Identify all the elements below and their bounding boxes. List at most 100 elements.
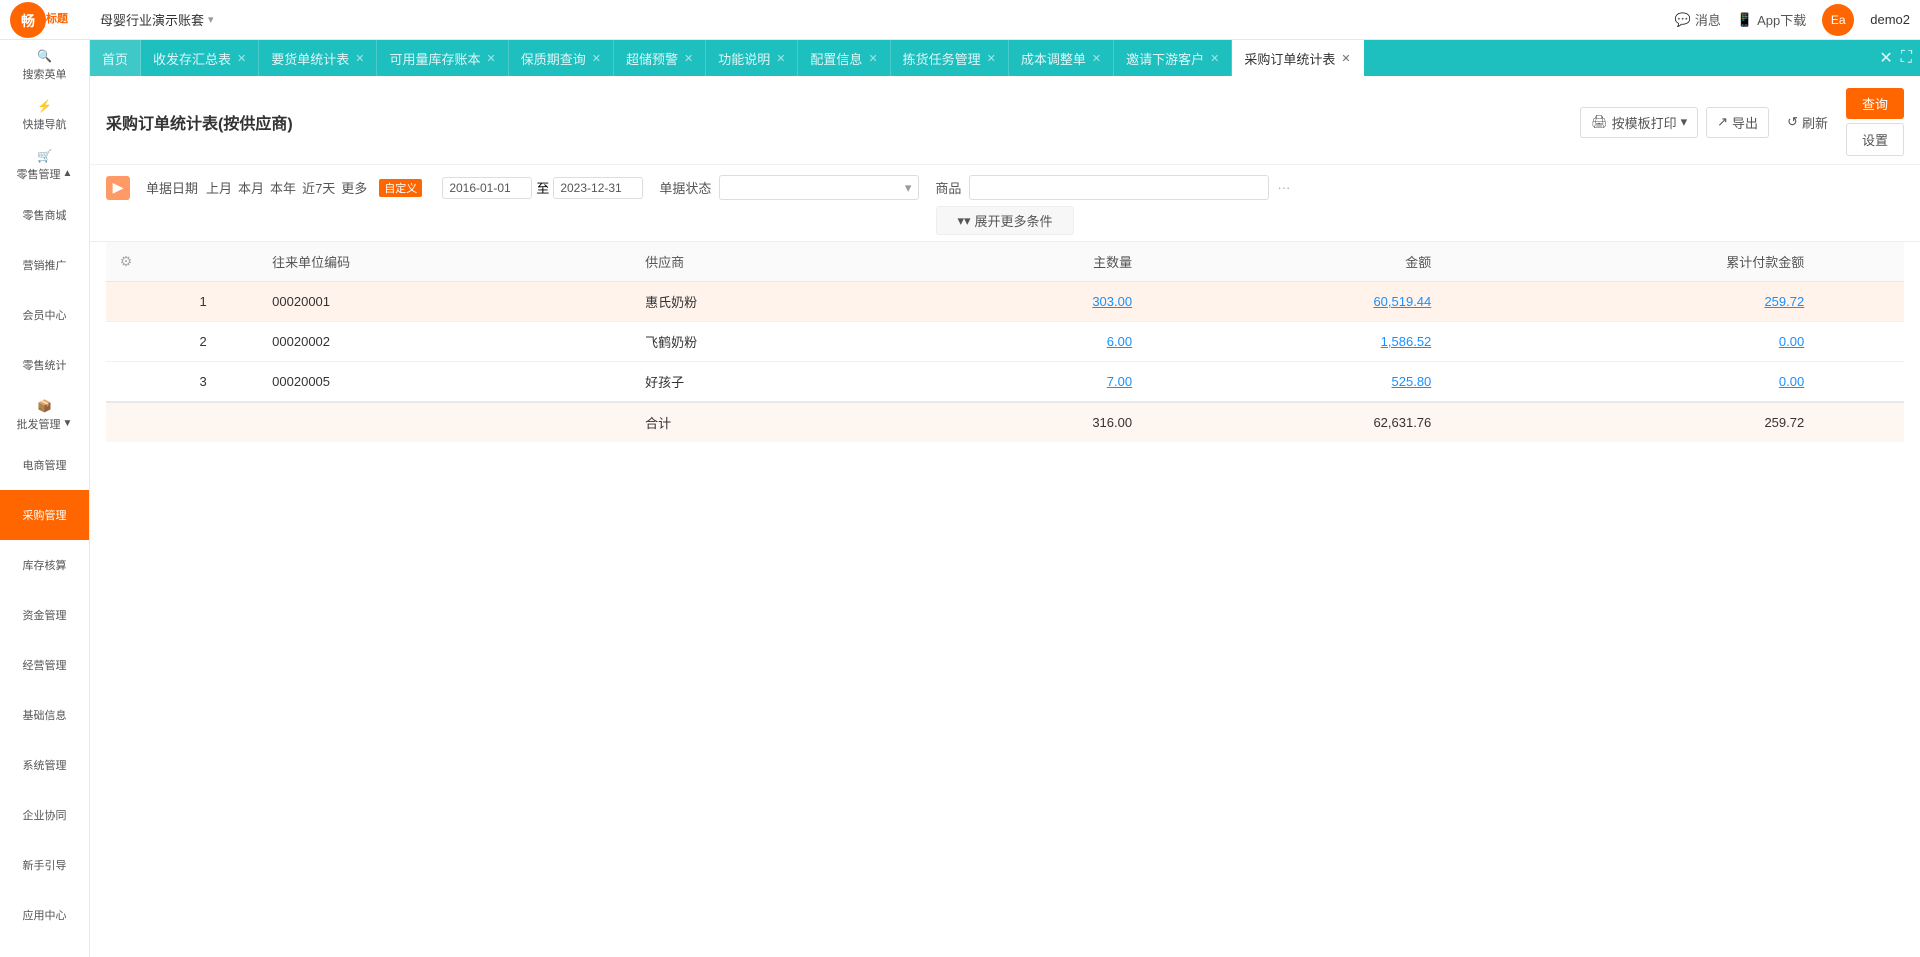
close-icon[interactable]: ✕	[487, 52, 496, 65]
tab-order-stats[interactable]: 要货单统计表 ✕	[259, 40, 377, 76]
sidebar-item-wechat[interactable]: 企业微信	[0, 940, 89, 957]
td-amount-1[interactable]: 60,519.44	[1144, 282, 1443, 322]
close-icon[interactable]: ✕	[987, 52, 996, 65]
shortcut-last-month[interactable]: 上月	[206, 178, 232, 197]
sidebar-item-guide[interactable]: 新手引导	[0, 840, 89, 890]
message-button[interactable]: 💬 消息	[1675, 10, 1721, 29]
sidebar-item-operations[interactable]: 经营管理	[0, 640, 89, 690]
date-from-input[interactable]	[442, 177, 532, 199]
tab-config-info[interactable]: 配置信息 ✕	[798, 40, 890, 76]
shortcut-more[interactable]: 更多	[341, 178, 367, 197]
sidebar-item-retail[interactable]: 🛒 零售管理 ▲	[0, 140, 89, 190]
table-header: ⚙ 往来单位编码 供应商 主数量 金额 累计付款金额	[106, 242, 1904, 282]
status-select-wrapper	[719, 175, 919, 200]
finance-label: 资金管理	[23, 607, 67, 623]
close-icon[interactable]: ✕	[1092, 52, 1101, 65]
tab-warranty[interactable]: 保质期查询 ✕	[509, 40, 614, 76]
sidebar-item-purchase[interactable]: 采购管理	[0, 490, 89, 540]
date-to-input[interactable]	[553, 177, 643, 199]
close-icon[interactable]: ✕	[1210, 52, 1219, 65]
th-amount: 金额	[1144, 242, 1443, 282]
close-icon[interactable]: ✕	[868, 52, 877, 65]
sidebar-item-basic[interactable]: 基础信息	[0, 690, 89, 740]
maximize-icon[interactable]: ⛶	[1901, 49, 1912, 67]
dropdown-arrow-icon: ▾	[1681, 114, 1688, 130]
table-row: 3 00020005 好孩子 7.00 525.80 0.00	[106, 362, 1904, 403]
shortcut-this-year[interactable]: 本年	[270, 178, 296, 197]
user-avatar[interactable]: Ea	[1822, 4, 1854, 36]
sidebar-item-system[interactable]: 系统管理	[0, 740, 89, 790]
query-button[interactable]: 查询	[1846, 88, 1904, 119]
tab-bar: 首页 收发存汇总表 ✕ 要货单统计表 ✕ 可用量库存账本 ✕ 保质期查询 ✕	[90, 40, 1920, 76]
td-seq-3: 3	[146, 362, 260, 403]
tab-picking-task[interactable]: 拣货任务管理 ✕	[891, 40, 1009, 76]
retail-stats-label: 零售统计	[23, 357, 67, 373]
sidebar-item-member[interactable]: 会员中心	[0, 290, 89, 340]
sidebar-item-wholesale[interactable]: 📦 批发管理 ▼	[0, 390, 89, 440]
wholesale-label: 批发管理 ▼	[17, 416, 73, 432]
th-settings[interactable]: ⚙	[106, 242, 146, 282]
tab-function-desc[interactable]: 功能说明 ✕	[706, 40, 798, 76]
footer-empty-1	[106, 402, 146, 442]
footer-label: 合计	[633, 402, 911, 442]
tab-purchase-order-stats[interactable]: 采购订单统计表 ✕	[1232, 40, 1363, 76]
tab-receive-summary[interactable]: 收发存汇总表 ✕	[141, 40, 259, 76]
th-empty	[1816, 242, 1904, 282]
sidebar-item-search[interactable]: 🔍 搜索英单	[0, 40, 89, 90]
td-empty-3	[1816, 362, 1904, 403]
status-select[interactable]	[719, 175, 919, 200]
close-icon[interactable]: ✕	[1341, 52, 1350, 65]
tab-overstock-warning[interactable]: 超储预警 ✕	[614, 40, 706, 76]
guide-label: 新手引导	[23, 857, 67, 873]
app-download-button[interactable]: 📱 App下载	[1737, 10, 1806, 29]
td-paid-amount-1[interactable]: 259.72	[1443, 282, 1816, 322]
sidebar-item-quicknav[interactable]: ⚡ 快捷导航	[0, 90, 89, 140]
column-settings-icon[interactable]: ⚙	[120, 253, 133, 269]
filter-toggle-button[interactable]: ▶	[106, 176, 130, 200]
settings-button[interactable]: 设置	[1846, 123, 1904, 156]
close-icon[interactable]: ✕	[776, 52, 785, 65]
sidebar-item-appcenter[interactable]: 应用中心	[0, 890, 89, 940]
close-icon[interactable]: ✕	[355, 52, 364, 65]
operations-label: 经营管理	[23, 657, 67, 673]
sidebar-item-finance[interactable]: 资金管理	[0, 590, 89, 640]
sidebar-item-enterprise[interactable]: 企业协同	[0, 790, 89, 840]
sidebar-item-retail-stats[interactable]: 零售统计	[0, 340, 89, 390]
template-print-button[interactable]: 🖨 按模板打印 ▾	[1580, 107, 1698, 138]
tab-invite-downstream[interactable]: 邀请下游客户 ✕	[1114, 40, 1232, 76]
sidebar-item-inventory[interactable]: 库存核算	[0, 540, 89, 590]
td-amount-2[interactable]: 1,586.52	[1144, 322, 1443, 362]
tab-home[interactable]: 首页	[90, 40, 141, 76]
close-icon[interactable]: ✕	[592, 52, 601, 65]
custom-tag: 自定义	[379, 179, 422, 197]
goods-input[interactable]	[969, 175, 1269, 200]
sidebar-item-retail-shop[interactable]: 零售商城	[0, 190, 89, 240]
td-paid-amount-2[interactable]: 0.00	[1443, 322, 1816, 362]
marketing-label: 营销推广	[23, 257, 67, 273]
td-qty-1[interactable]: 303.00	[911, 282, 1144, 322]
sidebar-label-search: 搜索英单	[23, 66, 67, 82]
tab-cost-adjust[interactable]: 成本调整单 ✕	[1009, 40, 1114, 76]
goods-more-icon[interactable]: ···	[1277, 180, 1290, 195]
td-paid-amount-3[interactable]: 0.00	[1443, 362, 1816, 403]
shortcut-this-month[interactable]: 本月	[238, 178, 264, 197]
refresh-button[interactable]: ↺ 刷新	[1777, 108, 1838, 137]
retail-shop-label: 零售商城	[23, 207, 67, 223]
export-button[interactable]: ↗ 导出	[1706, 107, 1769, 138]
td-amount-3[interactable]: 525.80	[1144, 362, 1443, 403]
th-paid-amount: 累计付款金额	[1443, 242, 1816, 282]
close-icon[interactable]: ✕	[237, 52, 246, 65]
sidebar: 🔍 搜索英单 ⚡ 快捷导航 🛒 零售管理 ▲ 零售商城 营销推广 会员中心 零售…	[0, 40, 90, 957]
sidebar-item-marketing[interactable]: 营销推广	[0, 240, 89, 290]
sidebar-item-ecommerce[interactable]: 电商管理	[0, 440, 89, 490]
close-all-icon[interactable]: ✕	[1879, 48, 1892, 68]
org-selector[interactable]: 母婴行业演示账套 ▾	[100, 10, 1675, 29]
tab-available-inventory[interactable]: 可用量库存账本 ✕	[377, 40, 508, 76]
td-qty-3[interactable]: 7.00	[911, 362, 1144, 403]
shortcut-7days[interactable]: 近7天	[302, 178, 335, 197]
wholesale-icon: 📦	[37, 399, 52, 413]
td-qty-2[interactable]: 6.00	[911, 322, 1144, 362]
expand-more-button[interactable]: ▾▾ 展开更多条件	[936, 206, 1073, 235]
close-icon[interactable]: ✕	[684, 52, 693, 65]
sidebar-label-quicknav: 快捷导航	[23, 116, 67, 132]
